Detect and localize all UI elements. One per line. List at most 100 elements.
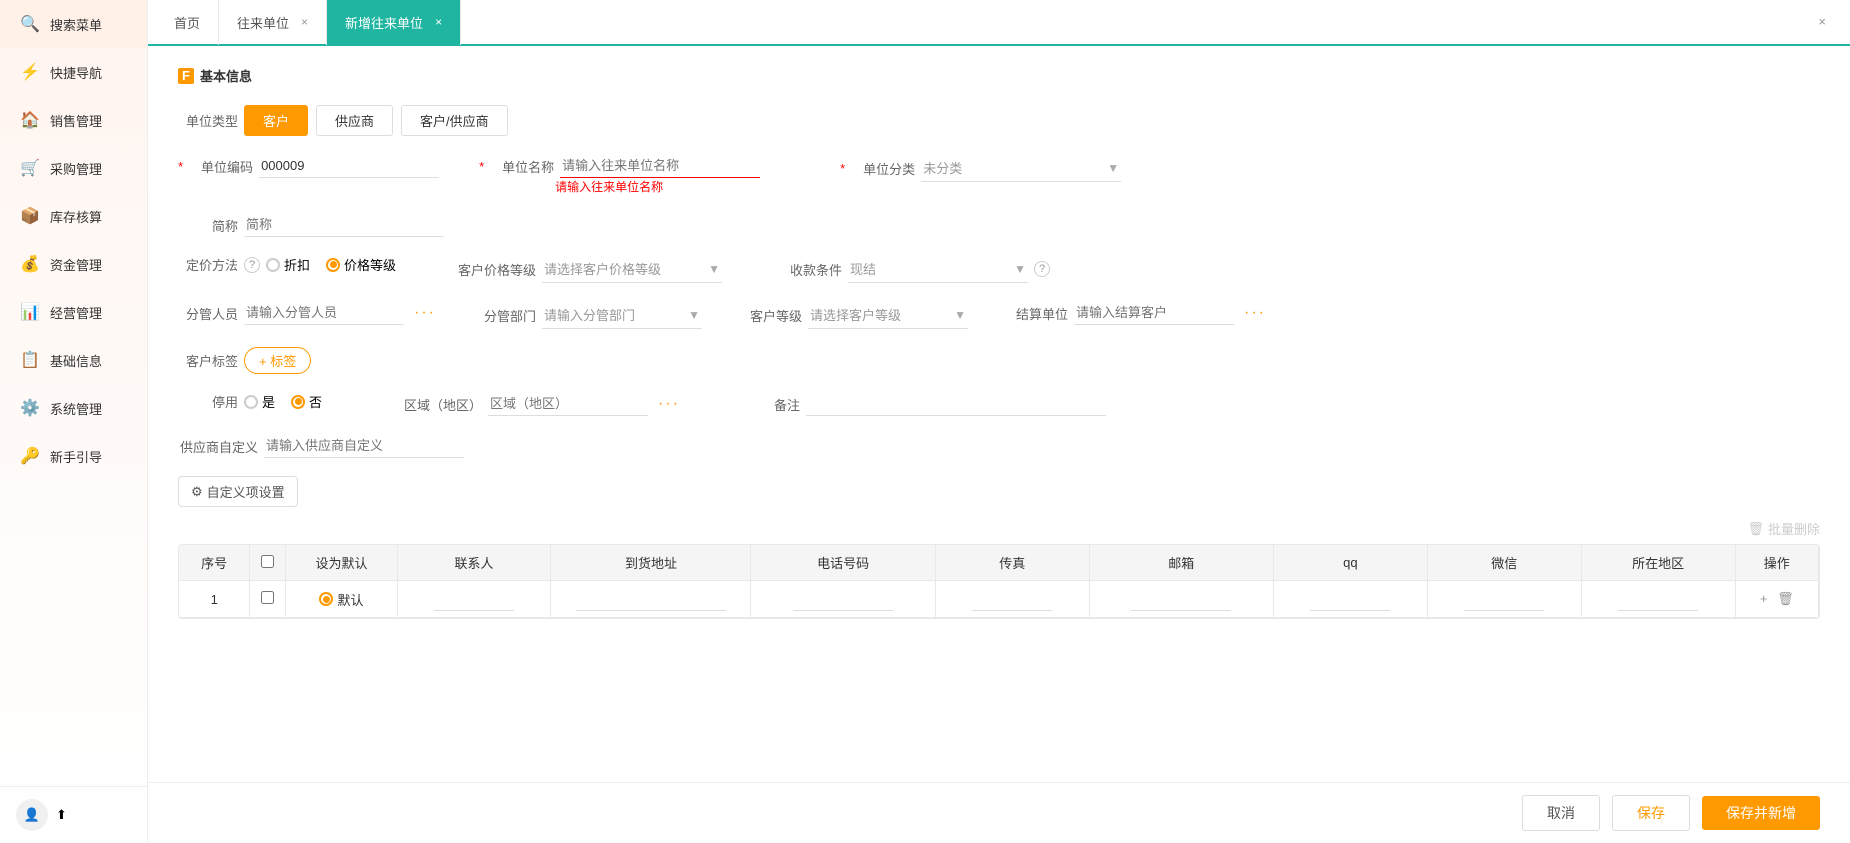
col-fax: 传真 xyxy=(935,545,1089,581)
disable-no-option[interactable]: 否 xyxy=(291,392,322,411)
sidebar-item-guide[interactable]: 🔑 新手引导 xyxy=(0,432,147,480)
quick-nav-icon: ⚡ xyxy=(20,62,40,82)
unit-type-supplier-btn[interactable]: 供应商 xyxy=(316,105,393,136)
disable-no-radio[interactable] xyxy=(291,395,305,409)
pricing-discount-label: 折扣 xyxy=(284,255,310,274)
area-input[interactable] xyxy=(488,392,648,416)
fax-input[interactable] xyxy=(972,587,1052,611)
select-all-checkbox[interactable] xyxy=(261,555,274,568)
dept-placeholder: 请输入分管部门 xyxy=(544,305,635,324)
save-new-button[interactable]: 保存并新增 xyxy=(1702,796,1820,830)
payment-select[interactable]: 现结 ▼ xyxy=(848,255,1028,283)
pricing-field: 定价方法 ? 折扣 价格等级 xyxy=(178,255,396,274)
unit-type-buttons: 客户 供应商 客户/供应商 xyxy=(244,105,508,136)
alias-input[interactable] xyxy=(244,213,444,237)
sidebar-item-search[interactable]: 🔍 搜索菜单 xyxy=(0,0,147,48)
purchase-icon: 🛒 xyxy=(20,158,40,178)
sidebar-item-finance-label: 资金管理 xyxy=(50,255,102,274)
row-default-radio-item[interactable]: 默认 xyxy=(296,590,386,609)
unit-basic-row: * 单位编码 * 单位名称 请输入往来单位名称 * 单位分类 xyxy=(178,154,1820,195)
sidebar-item-system[interactable]: ⚙️ 系统管理 xyxy=(0,384,147,432)
unit-type-customer-btn[interactable]: 客户 xyxy=(244,105,308,136)
tab-new-counterparty[interactable]: 新增往来单位 × xyxy=(327,0,461,45)
sidebar-item-quick-nav[interactable]: ⚡ 快捷导航 xyxy=(0,48,147,96)
alias-field: 简称 xyxy=(178,213,444,237)
search-icon: 🔍 xyxy=(20,14,40,34)
manager-field: 分管人员 ··· xyxy=(178,301,436,325)
row-select-checkbox[interactable] xyxy=(261,591,274,604)
supplier-custom-label: 供应商自定义 xyxy=(178,437,258,456)
tab-counterparty-close[interactable]: × xyxy=(301,15,308,29)
sidebar-item-purchase[interactable]: 🛒 采购管理 xyxy=(0,144,147,192)
business-icon: 📊 xyxy=(20,302,40,322)
payment-chevron: ▼ xyxy=(1014,262,1026,276)
add-tag-btn[interactable]: + 标签 xyxy=(244,347,311,374)
section-title-text: 基本信息 xyxy=(200,66,252,85)
email-input[interactable] xyxy=(1131,587,1231,611)
batch-delete-label[interactable]: 批量删除 xyxy=(1768,519,1820,538)
qq-input[interactable] xyxy=(1310,587,1390,611)
unit-name-label: 单位名称 xyxy=(494,157,554,176)
tab-new-counterparty-close[interactable]: × xyxy=(435,15,442,29)
delete-row-btn[interactable]: 🗑 xyxy=(1777,591,1794,606)
address-input[interactable] xyxy=(576,587,726,611)
finance-icon: 💰 xyxy=(20,254,40,274)
disable-yes-radio[interactable] xyxy=(244,395,258,409)
unit-code-input[interactable] xyxy=(259,154,439,178)
tag-row: 客户标签 + 标签 xyxy=(178,347,1820,374)
payment-help-icon[interactable]: ? xyxy=(1034,261,1050,277)
sidebar-item-business[interactable]: 📊 经营管理 xyxy=(0,288,147,336)
manager-input[interactable] xyxy=(244,301,404,325)
unit-type-label: 单位类型 xyxy=(178,111,238,130)
tab-home[interactable]: 首页 xyxy=(156,0,219,45)
manager-more-btn[interactable]: ··· xyxy=(414,304,436,322)
sidebar-item-sales[interactable]: 🏠 销售管理 xyxy=(0,96,147,144)
unit-type-both-btn[interactable]: 客户/供应商 xyxy=(401,105,508,136)
customer-price-select[interactable]: 请选择客户价格等级 ▼ xyxy=(542,255,722,283)
col-default: 设为默认 xyxy=(286,545,397,581)
add-row-btn[interactable]: + xyxy=(1760,591,1768,606)
customer-price-field: 客户价格等级 请选择客户价格等级 ▼ xyxy=(456,255,722,283)
remark-input[interactable] xyxy=(806,392,1106,416)
batch-delete-area: 🗑 批量删除 xyxy=(178,519,1820,538)
area-more-btn[interactable]: ··· xyxy=(658,395,680,413)
col-phone: 电话号码 xyxy=(751,545,935,581)
custom-settings-label: 自定义项设置 xyxy=(207,482,285,501)
pricing-help-icon[interactable]: ? xyxy=(244,257,260,273)
sidebar-bottom-icon2: ⬆ xyxy=(56,807,67,823)
pricing-discount-radio[interactable] xyxy=(266,258,280,272)
basic-icon: 📋 xyxy=(20,350,40,370)
settle-unit-input[interactable] xyxy=(1074,301,1234,325)
row-default-radio[interactable] xyxy=(319,592,333,606)
customer-level-select[interactable]: 请选择客户等级 ▼ xyxy=(808,301,968,329)
settle-unit-label: 结算单位 xyxy=(1008,304,1068,323)
customer-level-chevron: ▼ xyxy=(954,308,966,322)
batch-delete-icon: 🗑 xyxy=(1747,521,1764,537)
sidebar-item-inventory[interactable]: 📦 库存核算 xyxy=(0,192,147,240)
sidebar-item-finance[interactable]: 💰 资金管理 xyxy=(0,240,147,288)
unit-category-select[interactable]: 未分类 ▼ xyxy=(921,154,1121,182)
disable-yes-option[interactable]: 是 xyxy=(244,392,275,411)
pricing-level-option[interactable]: 价格等级 xyxy=(326,255,396,274)
contact-input[interactable] xyxy=(434,587,514,611)
cancel-button[interactable]: 取消 xyxy=(1522,795,1600,831)
tab-counterparty[interactable]: 往来单位 × xyxy=(219,0,327,45)
unit-name-input[interactable] xyxy=(560,154,760,178)
dept-select[interactable]: 请输入分管部门 ▼ xyxy=(542,301,702,329)
close-window-button[interactable]: × xyxy=(1802,13,1842,31)
wechat-input[interactable] xyxy=(1464,587,1544,611)
save-button[interactable]: 保存 xyxy=(1612,795,1690,831)
col-email: 邮箱 xyxy=(1089,545,1273,581)
phone-input[interactable] xyxy=(793,587,893,611)
settle-unit-more-btn[interactable]: ··· xyxy=(1244,304,1266,322)
disable-no-dot xyxy=(295,398,302,405)
sidebar-item-basic[interactable]: 📋 基础信息 xyxy=(0,336,147,384)
pricing-level-radio[interactable] xyxy=(326,258,340,272)
custom-settings-btn[interactable]: ⚙ 自定义项设置 xyxy=(178,476,298,507)
supplier-custom-input[interactable] xyxy=(264,434,464,458)
region-input[interactable] xyxy=(1618,587,1698,611)
customer-price-placeholder: 请选择客户价格等级 xyxy=(544,259,661,278)
pricing-discount-option[interactable]: 折扣 xyxy=(266,255,310,274)
row-email xyxy=(1089,581,1273,618)
unit-type-row: 单位类型 客户 供应商 客户/供应商 xyxy=(178,105,1820,136)
